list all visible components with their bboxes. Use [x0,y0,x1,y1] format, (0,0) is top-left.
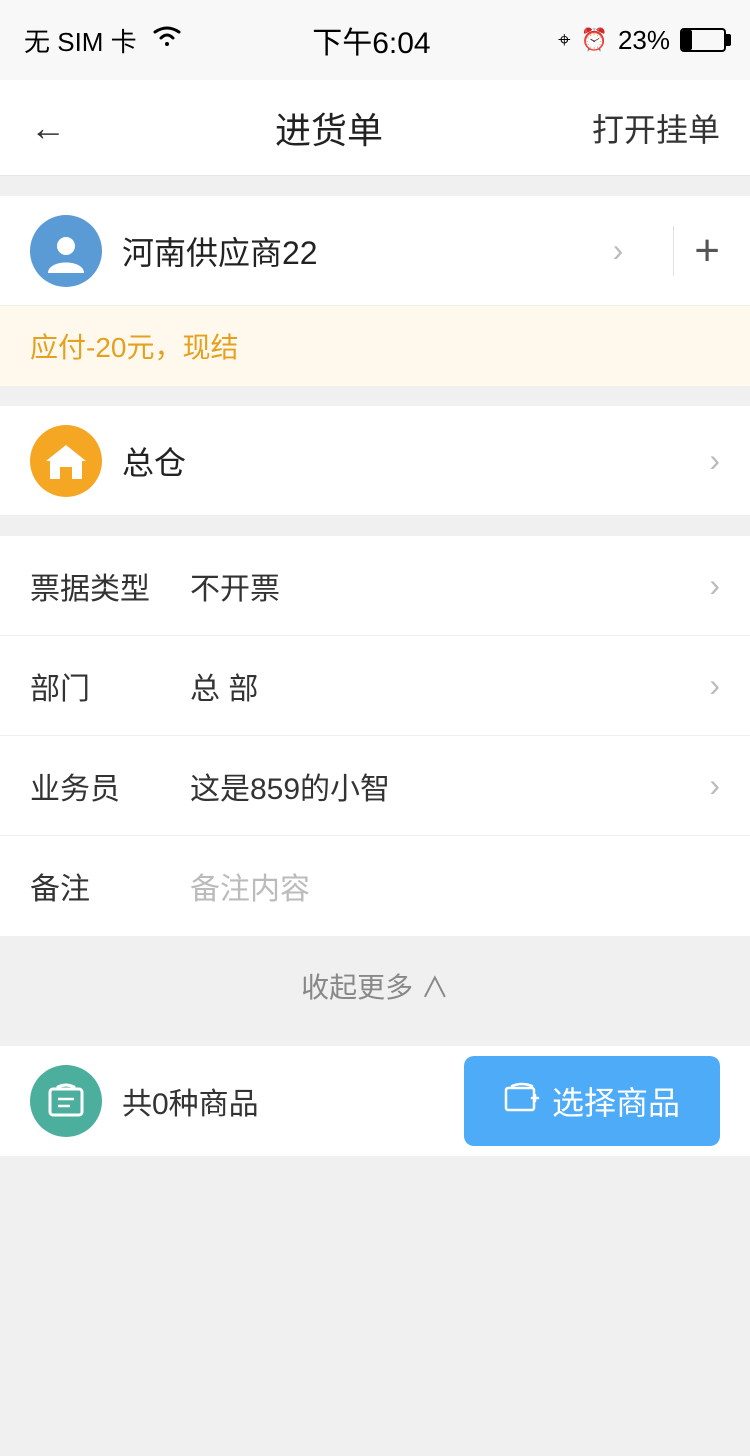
status-bar: 无 SIM 卡 下午6:04 ⌖ ⏰ 23% [0,0,750,80]
page-title: 进货单 [275,102,383,154]
select-product-label: 选择商品 [552,1078,680,1124]
alert-text: 应付-20元，现结 [30,332,238,363]
salesperson-chevron-icon: › [709,767,720,804]
battery-icon [680,28,726,52]
note-row[interactable]: 备注 备注内容 [0,836,750,936]
location-icon: ⌖ [558,27,570,53]
supplier-row[interactable]: 河南供应商22 › + [0,196,750,306]
alarm-icon: ⏰ [581,27,608,53]
note-input[interactable]: 备注内容 [170,864,720,908]
sim-label: 无 SIM 卡 [24,22,137,59]
battery-label: 23% [618,25,670,56]
nav-bar: ← 进货单 打开挂单 [0,80,750,176]
products-icon [30,1065,102,1137]
dept-value: 总 部 [170,664,709,708]
supplier-name: 河南供应商22 [122,228,613,274]
collapse-text: 收起更多 ∧ [301,966,449,1006]
add-supplier-button[interactable]: + [694,226,720,276]
bottom-bar: 共0种商品 选择商品 [0,1046,750,1156]
select-product-button[interactable]: 选择商品 [464,1056,720,1146]
product-count-label: 共0种商品 [122,1079,464,1123]
dept-label: 部门 [30,664,170,708]
section-gap-2 [0,386,750,406]
select-product-icon [504,1082,540,1120]
salesperson-value: 这是859的小智 [170,764,709,808]
form-section: 票据类型 不开票 › 部门 总 部 › 业务员 这是859的小智 › 备注 备注… [0,536,750,936]
warehouse-name: 总仓 [122,438,709,484]
warehouse-chevron-icon: › [709,442,720,479]
warehouse-row[interactable]: 总仓 › [0,406,750,516]
section-gap-1 [0,176,750,196]
dept-row[interactable]: 部门 总 部 › [0,636,750,736]
back-button[interactable]: ← [30,107,66,149]
warehouse-icon [30,425,102,497]
ticket-type-label: 票据类型 [30,564,170,608]
status-time: 下午6:04 [312,18,430,62]
wifi-icon [149,24,185,57]
salesperson-label: 业务员 [30,764,170,808]
ticket-chevron-icon: › [709,567,720,604]
dept-chevron-icon: › [709,667,720,704]
salesperson-row[interactable]: 业务员 这是859的小智 › [0,736,750,836]
ticket-type-row[interactable]: 票据类型 不开票 › [0,536,750,636]
collapse-row[interactable]: 收起更多 ∧ [0,946,750,1026]
note-label: 备注 [30,864,170,908]
status-right: ⌖ ⏰ 23% [558,25,726,56]
open-pending-button[interactable]: 打开挂单 [592,105,720,151]
alert-row: 应付-20元，现结 [0,306,750,386]
page-background [0,1156,750,1456]
supplier-avatar [30,215,102,287]
divider [673,226,674,276]
supplier-chevron-icon: › [613,232,624,269]
status-left: 无 SIM 卡 [24,22,185,59]
ticket-type-value: 不开票 [170,564,709,608]
